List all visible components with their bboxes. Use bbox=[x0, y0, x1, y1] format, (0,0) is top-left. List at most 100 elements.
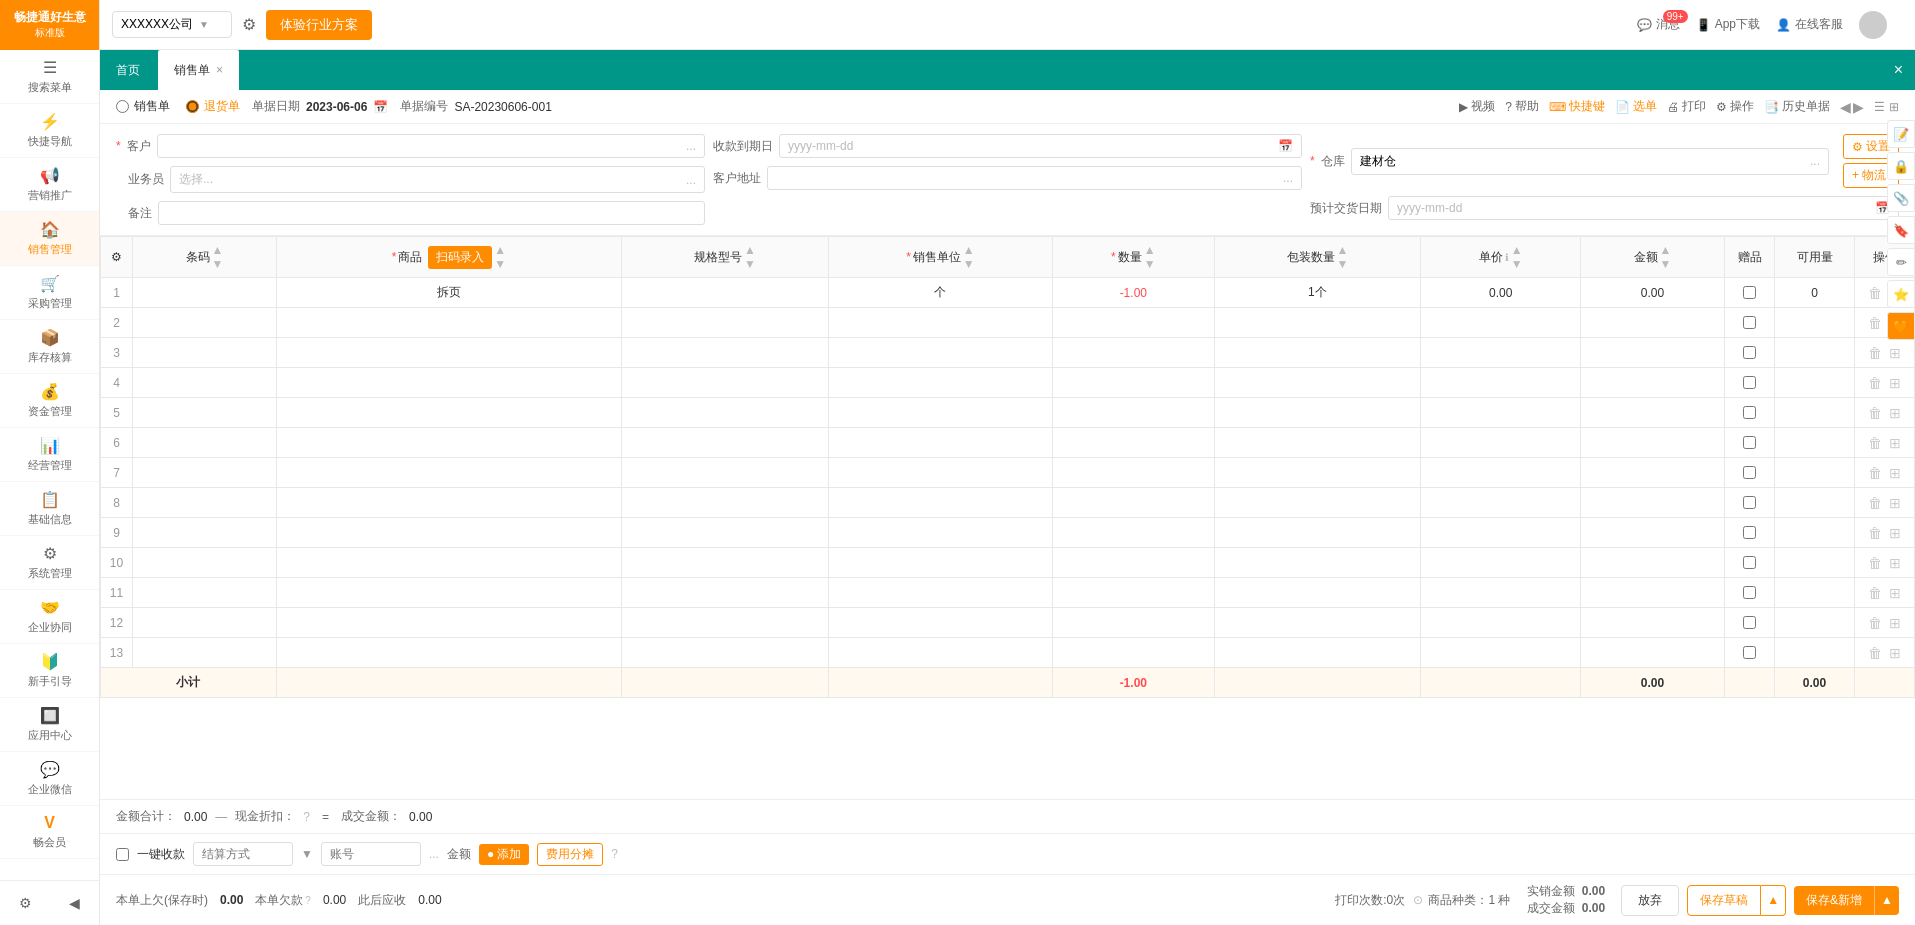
row-barcode[interactable] bbox=[133, 638, 277, 668]
row-qty[interactable] bbox=[1053, 638, 1214, 668]
row-pack-qty[interactable] bbox=[1214, 578, 1421, 608]
row-amount[interactable] bbox=[1581, 518, 1725, 548]
row-gift[interactable] bbox=[1725, 458, 1775, 488]
row-barcode[interactable] bbox=[133, 608, 277, 638]
row-amount[interactable] bbox=[1581, 398, 1725, 428]
row-amount[interactable] bbox=[1581, 548, 1725, 578]
copy-row-icon[interactable]: ⊞ bbox=[1889, 375, 1901, 391]
sidebar-item-finance[interactable]: 💰 资金管理 bbox=[0, 374, 99, 428]
row-amount[interactable] bbox=[1581, 428, 1725, 458]
row-amount[interactable]: 0.00 bbox=[1581, 278, 1725, 308]
row-unit[interactable] bbox=[828, 458, 1052, 488]
row-gift[interactable] bbox=[1725, 578, 1775, 608]
gift-checkbox[interactable] bbox=[1743, 646, 1756, 659]
row-gift[interactable] bbox=[1725, 368, 1775, 398]
online-service-btn[interactable]: 👤 在线客服 bbox=[1776, 16, 1843, 33]
row-product[interactable]: 拆页 bbox=[276, 278, 621, 308]
row-barcode[interactable] bbox=[133, 548, 277, 578]
row-spec[interactable] bbox=[621, 518, 828, 548]
row-qty[interactable] bbox=[1053, 428, 1214, 458]
gift-checkbox[interactable] bbox=[1743, 466, 1756, 479]
company-selector[interactable]: XXXXXX公司 ▼ bbox=[112, 11, 232, 38]
row-amount[interactable] bbox=[1581, 608, 1725, 638]
row-spec[interactable] bbox=[621, 608, 828, 638]
sidebar-item-system[interactable]: ⚙ 系统管理 bbox=[0, 536, 99, 590]
row-product[interactable] bbox=[276, 518, 621, 548]
row-spec[interactable] bbox=[621, 368, 828, 398]
right-float-attach[interactable]: 📎 bbox=[1887, 184, 1915, 212]
row-product[interactable] bbox=[276, 638, 621, 668]
customer-dots[interactable]: ... bbox=[686, 139, 696, 153]
warehouse-field[interactable]: 建材仓 bbox=[1360, 153, 1810, 170]
row-qty[interactable] bbox=[1053, 398, 1214, 428]
sidebar-item-apps[interactable]: 🔲 应用中心 bbox=[0, 698, 99, 752]
add-payment-btn[interactable]: ● 添加 bbox=[479, 844, 529, 865]
save-new-arrow[interactable]: ▲ bbox=[1874, 886, 1899, 915]
sidebar-item-corp[interactable]: 🤝 企业协同 bbox=[0, 590, 99, 644]
feiyong-btn[interactable]: 费用分摊 bbox=[537, 843, 603, 866]
delete-row-icon[interactable]: 🗑 bbox=[1868, 315, 1882, 331]
row-product[interactable] bbox=[276, 308, 621, 338]
gift-checkbox[interactable] bbox=[1743, 346, 1756, 359]
row-qty[interactable] bbox=[1053, 578, 1214, 608]
copy-row-icon[interactable]: ⊞ bbox=[1889, 345, 1901, 361]
warehouse-dots[interactable]: ... bbox=[1810, 154, 1820, 168]
salesperson-dots[interactable]: ... bbox=[686, 173, 696, 187]
row-pack-qty[interactable] bbox=[1214, 308, 1421, 338]
row-unit-price[interactable] bbox=[1421, 548, 1581, 578]
row-unit[interactable] bbox=[828, 578, 1052, 608]
row-amount[interactable] bbox=[1581, 338, 1725, 368]
gift-checkbox[interactable] bbox=[1743, 316, 1756, 329]
delete-row-icon[interactable]: 🗑 bbox=[1868, 375, 1882, 391]
row-unit-price[interactable]: 0.00 bbox=[1421, 278, 1581, 308]
row-gift[interactable] bbox=[1725, 608, 1775, 638]
help-discount-icon[interactable]: ? bbox=[303, 810, 310, 824]
close-all-tabs-btn[interactable]: × bbox=[1894, 61, 1903, 79]
row-gift[interactable] bbox=[1725, 548, 1775, 578]
list-view-btn[interactable]: ☰ bbox=[1874, 100, 1885, 114]
addr-dots[interactable]: ... bbox=[1283, 171, 1293, 185]
delete-row-icon[interactable]: 🗑 bbox=[1868, 405, 1882, 421]
row-barcode[interactable] bbox=[133, 578, 277, 608]
row-spec[interactable] bbox=[621, 308, 828, 338]
row-gift[interactable] bbox=[1725, 428, 1775, 458]
row-unit[interactable]: 个 bbox=[828, 278, 1052, 308]
row-unit[interactable] bbox=[828, 398, 1052, 428]
radio-sales-bill[interactable]: 销售单 bbox=[116, 98, 170, 115]
sidebar-item-wechat[interactable]: 💬 企业微信 bbox=[0, 752, 99, 806]
row-qty[interactable]: -1.00 bbox=[1053, 278, 1214, 308]
save-new-btn[interactable]: 保存&新增 bbox=[1794, 886, 1874, 915]
row-barcode[interactable] bbox=[133, 368, 277, 398]
row-pack-qty[interactable] bbox=[1214, 518, 1421, 548]
row-unit[interactable] bbox=[828, 608, 1052, 638]
save-draft-arrow[interactable]: ▲ bbox=[1761, 885, 1786, 916]
shortcut-btn[interactable]: ⌨ 快捷键 bbox=[1549, 98, 1605, 115]
row-gift[interactable] bbox=[1725, 518, 1775, 548]
row-qty[interactable] bbox=[1053, 548, 1214, 578]
row-qty[interactable] bbox=[1053, 338, 1214, 368]
row-pack-qty[interactable]: 1个 bbox=[1214, 278, 1421, 308]
row-barcode[interactable] bbox=[133, 278, 277, 308]
copy-row-icon[interactable]: ⊞ bbox=[1889, 645, 1901, 661]
sidebar-settings-btn[interactable]: ⚙ bbox=[15, 889, 36, 917]
row-unit-price[interactable] bbox=[1421, 398, 1581, 428]
row-spec[interactable] bbox=[621, 428, 828, 458]
gift-checkbox[interactable] bbox=[1743, 556, 1756, 569]
row-unit[interactable] bbox=[828, 338, 1052, 368]
row-amount[interactable] bbox=[1581, 458, 1725, 488]
row-barcode[interactable] bbox=[133, 338, 277, 368]
row-spec[interactable] bbox=[621, 638, 828, 668]
row-unit[interactable] bbox=[828, 308, 1052, 338]
row-barcode[interactable] bbox=[133, 458, 277, 488]
grid-view-btn[interactable]: ⊞ bbox=[1889, 100, 1899, 114]
row-qty[interactable] bbox=[1053, 608, 1214, 638]
right-float-star[interactable]: ⭐ bbox=[1887, 280, 1915, 308]
copy-row-icon[interactable]: ⊞ bbox=[1889, 495, 1901, 511]
copy-row-icon[interactable]: ⊞ bbox=[1889, 615, 1901, 631]
row-unit[interactable] bbox=[828, 518, 1052, 548]
help-btn[interactable]: ? 帮助 bbox=[1505, 98, 1539, 115]
payment-help-icon[interactable]: ? bbox=[611, 847, 618, 861]
trial-btn[interactable]: 体验行业方案 bbox=[266, 10, 372, 40]
message-btn[interactable]: 💬 消息 99+ bbox=[1637, 16, 1680, 33]
row-unit-price[interactable] bbox=[1421, 608, 1581, 638]
